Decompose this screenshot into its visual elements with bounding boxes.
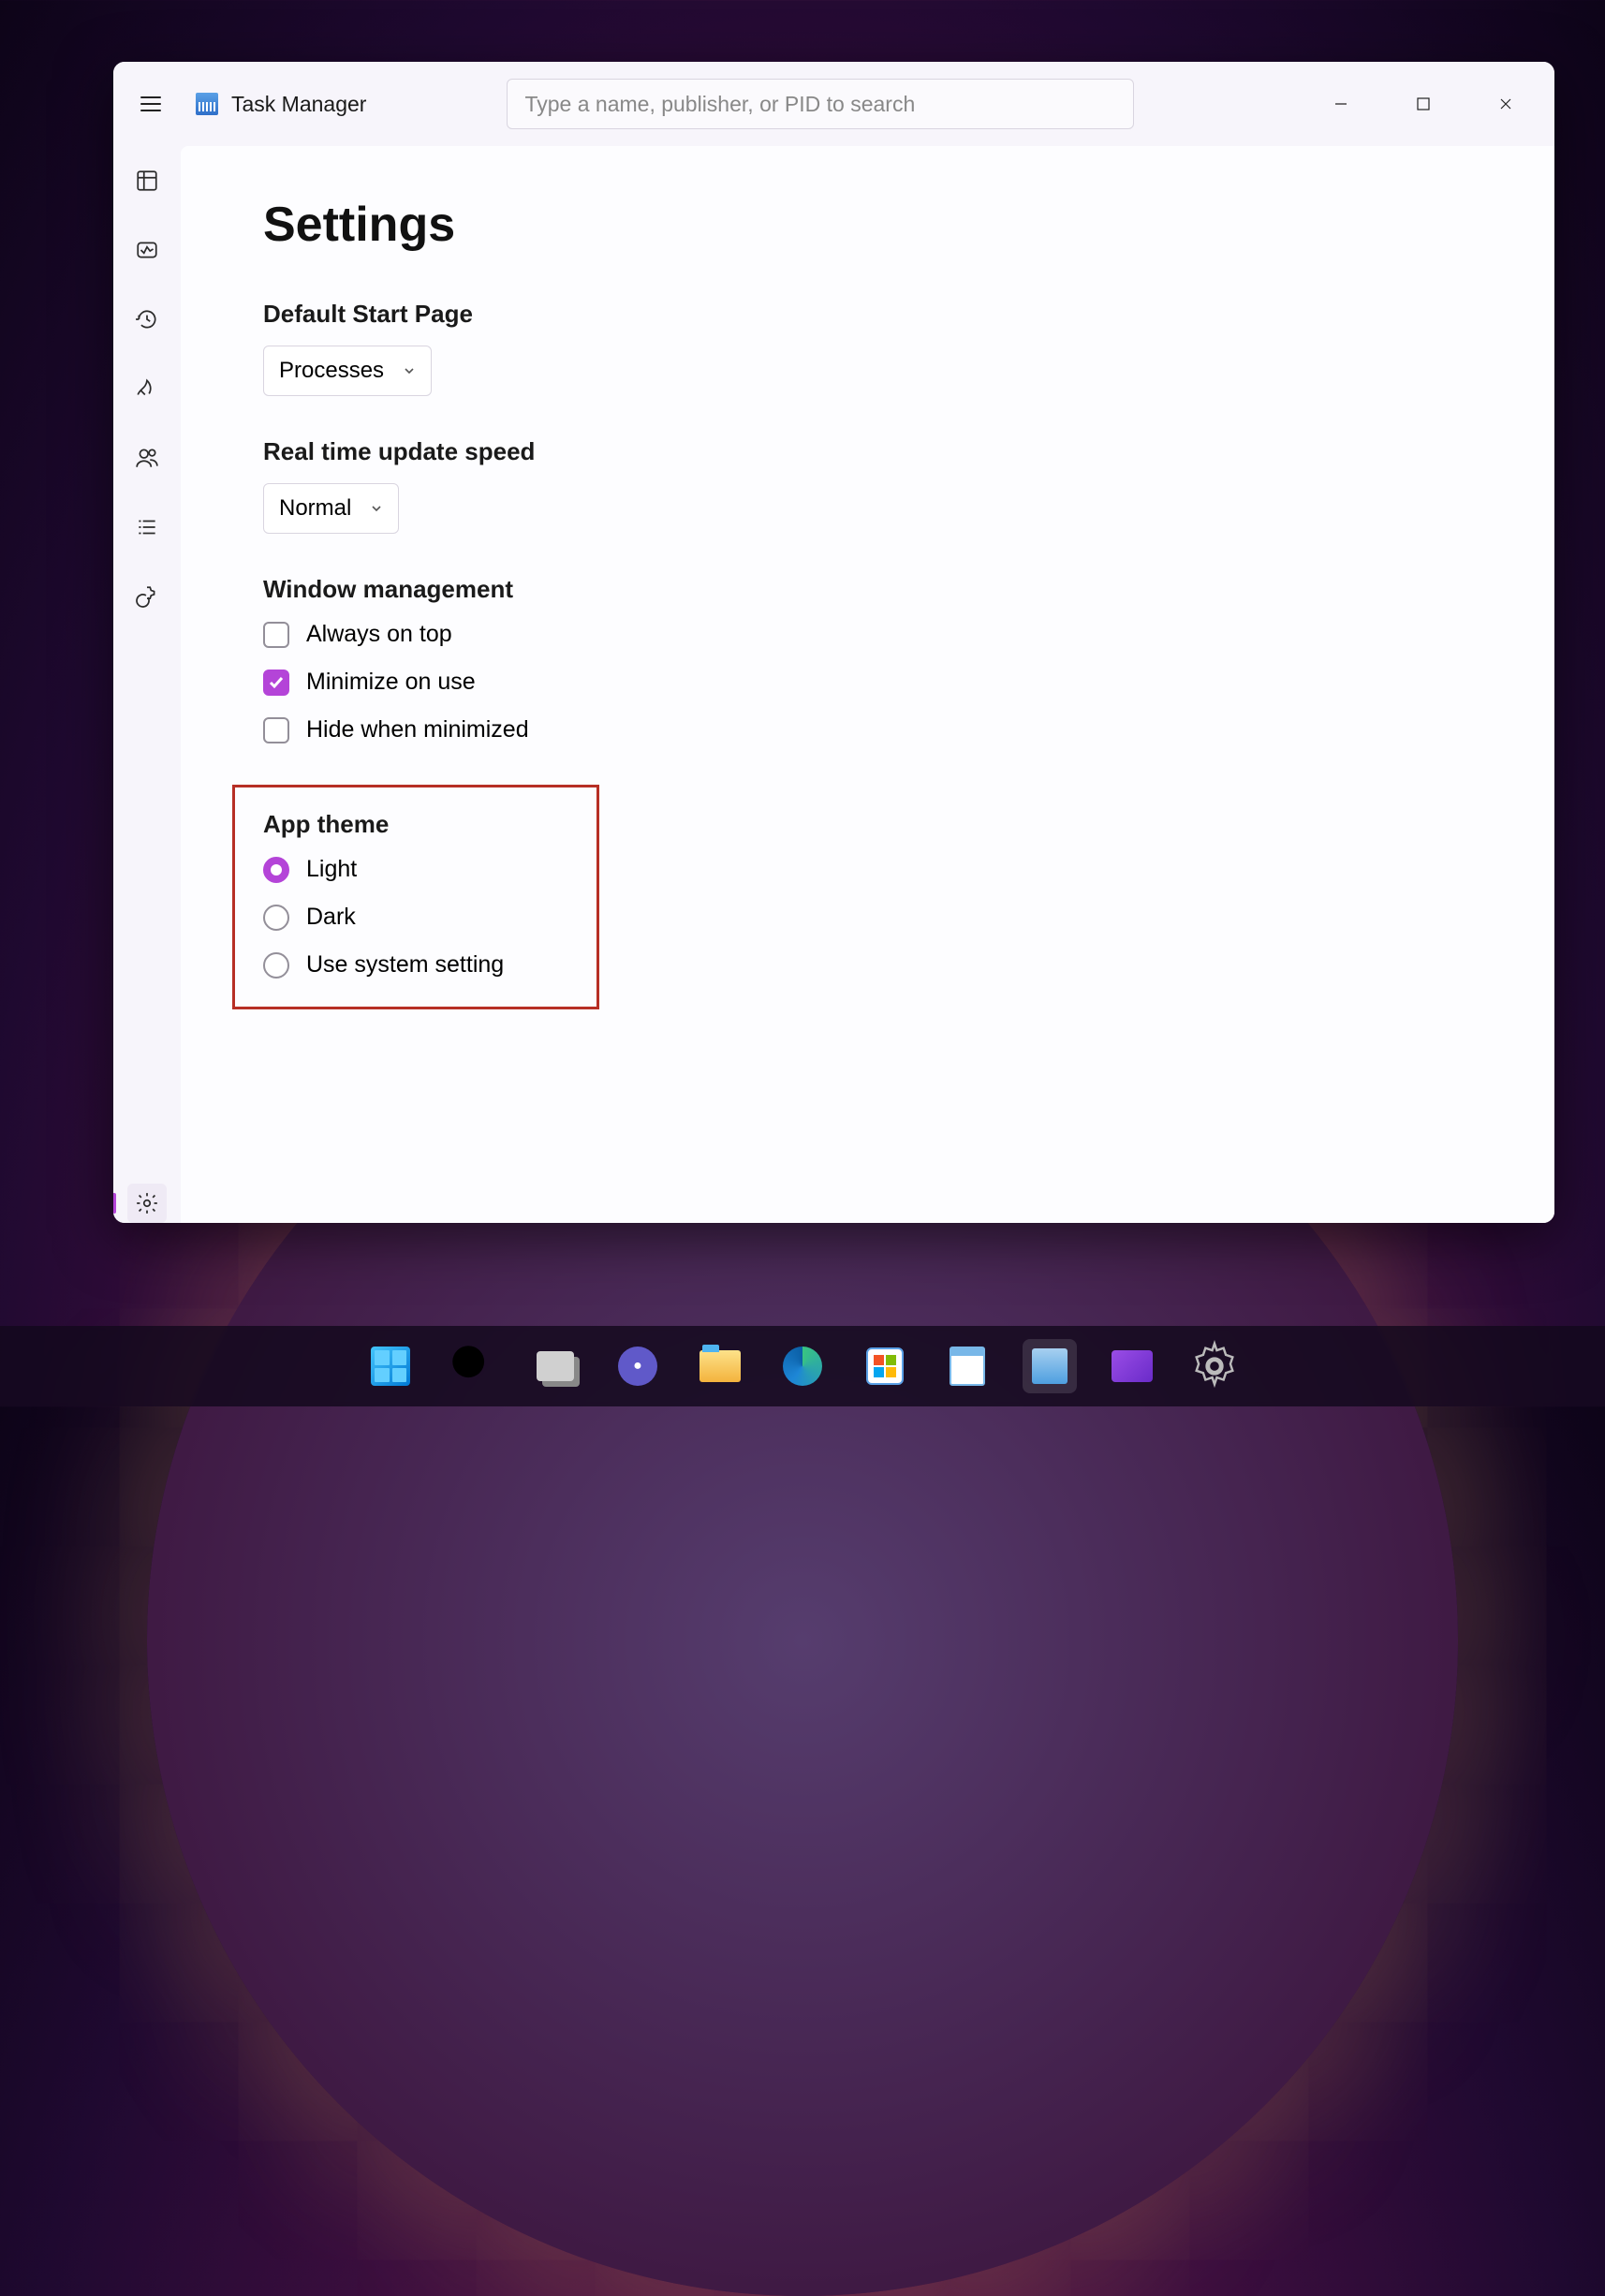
update-speed-label: Real time update speed — [263, 437, 1472, 466]
performance-icon[interactable] — [133, 236, 161, 264]
clipchamp-button[interactable] — [1105, 1339, 1159, 1393]
update-speed-dropdown[interactable]: Normal — [263, 483, 399, 534]
update-speed-section: Real time update speed Normal — [263, 437, 1472, 534]
taskbar: ● — [0, 1326, 1605, 1406]
minimize-on-use-checkbox[interactable]: Minimize on use — [263, 669, 1472, 696]
hide-when-minimized-checkbox[interactable]: Hide when minimized — [263, 716, 1472, 743]
start-button[interactable] — [363, 1339, 418, 1393]
gear-icon — [1187, 1339, 1242, 1393]
page-title: Settings — [263, 197, 1472, 253]
titlebar: Task Manager — [113, 62, 1554, 146]
theme-dark-label: Dark — [306, 904, 356, 931]
task-manager-window: Task Manager Settings Default Start Page — [113, 62, 1554, 1223]
edge-icon — [783, 1347, 822, 1386]
minimize-button[interactable] — [1300, 76, 1382, 132]
hide-when-minimized-label: Hide when minimized — [306, 716, 529, 743]
radio-icon — [263, 905, 289, 931]
window-management-section: Window management Always on top Minimize… — [263, 575, 1472, 743]
default-start-page-value: Processes — [279, 358, 384, 384]
theme-light-radio[interactable]: Light — [263, 856, 568, 883]
chevron-down-icon — [370, 502, 383, 515]
store-icon — [866, 1347, 904, 1385]
default-start-page-label: Default Start Page — [263, 300, 1472, 329]
folder-icon — [699, 1350, 741, 1382]
search-input[interactable] — [507, 79, 1134, 129]
sidebar — [113, 146, 181, 1223]
window-management-label: Window management — [263, 575, 1472, 604]
radio-icon — [263, 952, 289, 979]
default-start-page-section: Default Start Page Processes — [263, 300, 1472, 396]
theme-dark-radio[interactable]: Dark — [263, 904, 568, 931]
update-speed-value: Normal — [279, 495, 351, 522]
windows-icon — [371, 1347, 410, 1386]
default-start-page-dropdown[interactable]: Processes — [263, 346, 432, 396]
chevron-down-icon — [403, 364, 416, 377]
store-button[interactable] — [858, 1339, 912, 1393]
theme-light-label: Light — [306, 856, 357, 883]
app-icon — [196, 93, 218, 115]
file-explorer-button[interactable] — [693, 1339, 747, 1393]
theme-system-label: Use system setting — [306, 951, 504, 979]
details-icon[interactable] — [133, 513, 161, 541]
task-manager-icon — [1032, 1348, 1068, 1384]
taskbar-search[interactable] — [446, 1339, 500, 1393]
minimize-on-use-label: Minimize on use — [306, 669, 476, 696]
services-icon[interactable] — [133, 582, 161, 611]
notepad-icon — [950, 1347, 985, 1386]
startup-icon[interactable] — [133, 375, 161, 403]
notepad-button[interactable] — [940, 1339, 994, 1393]
close-button[interactable] — [1465, 76, 1547, 132]
checkbox-icon — [263, 622, 289, 648]
clipchamp-icon — [1112, 1350, 1153, 1382]
task-view-button[interactable] — [528, 1339, 582, 1393]
radio-selected-icon — [263, 857, 289, 883]
window-controls — [1300, 76, 1547, 132]
always-on-top-label: Always on top — [306, 621, 452, 648]
maximize-button[interactable] — [1382, 76, 1465, 132]
settings-icon[interactable] — [127, 1184, 167, 1223]
chat-button[interactable]: ● — [611, 1339, 665, 1393]
app-history-icon[interactable] — [133, 305, 161, 333]
users-icon[interactable] — [133, 444, 161, 472]
checkbox-icon — [263, 717, 289, 743]
menu-icon[interactable] — [132, 85, 169, 123]
search-icon — [446, 1339, 500, 1393]
always-on-top-checkbox[interactable]: Always on top — [263, 621, 1472, 648]
app-theme-highlight: App theme Light Dark Use system setting — [232, 785, 599, 1009]
edge-button[interactable] — [775, 1339, 830, 1393]
task-view-icon — [537, 1351, 574, 1381]
settings-taskbar-button[interactable] — [1187, 1339, 1242, 1393]
app-theme-label: App theme — [263, 810, 568, 839]
app-title: Task Manager — [231, 92, 366, 117]
task-manager-taskbar-button[interactable] — [1023, 1339, 1077, 1393]
processes-icon[interactable] — [133, 167, 161, 195]
checkbox-checked-icon — [263, 670, 289, 696]
chat-icon: ● — [618, 1347, 657, 1386]
settings-content: Settings Default Start Page Processes Re… — [181, 146, 1554, 1223]
theme-system-radio[interactable]: Use system setting — [263, 951, 568, 979]
